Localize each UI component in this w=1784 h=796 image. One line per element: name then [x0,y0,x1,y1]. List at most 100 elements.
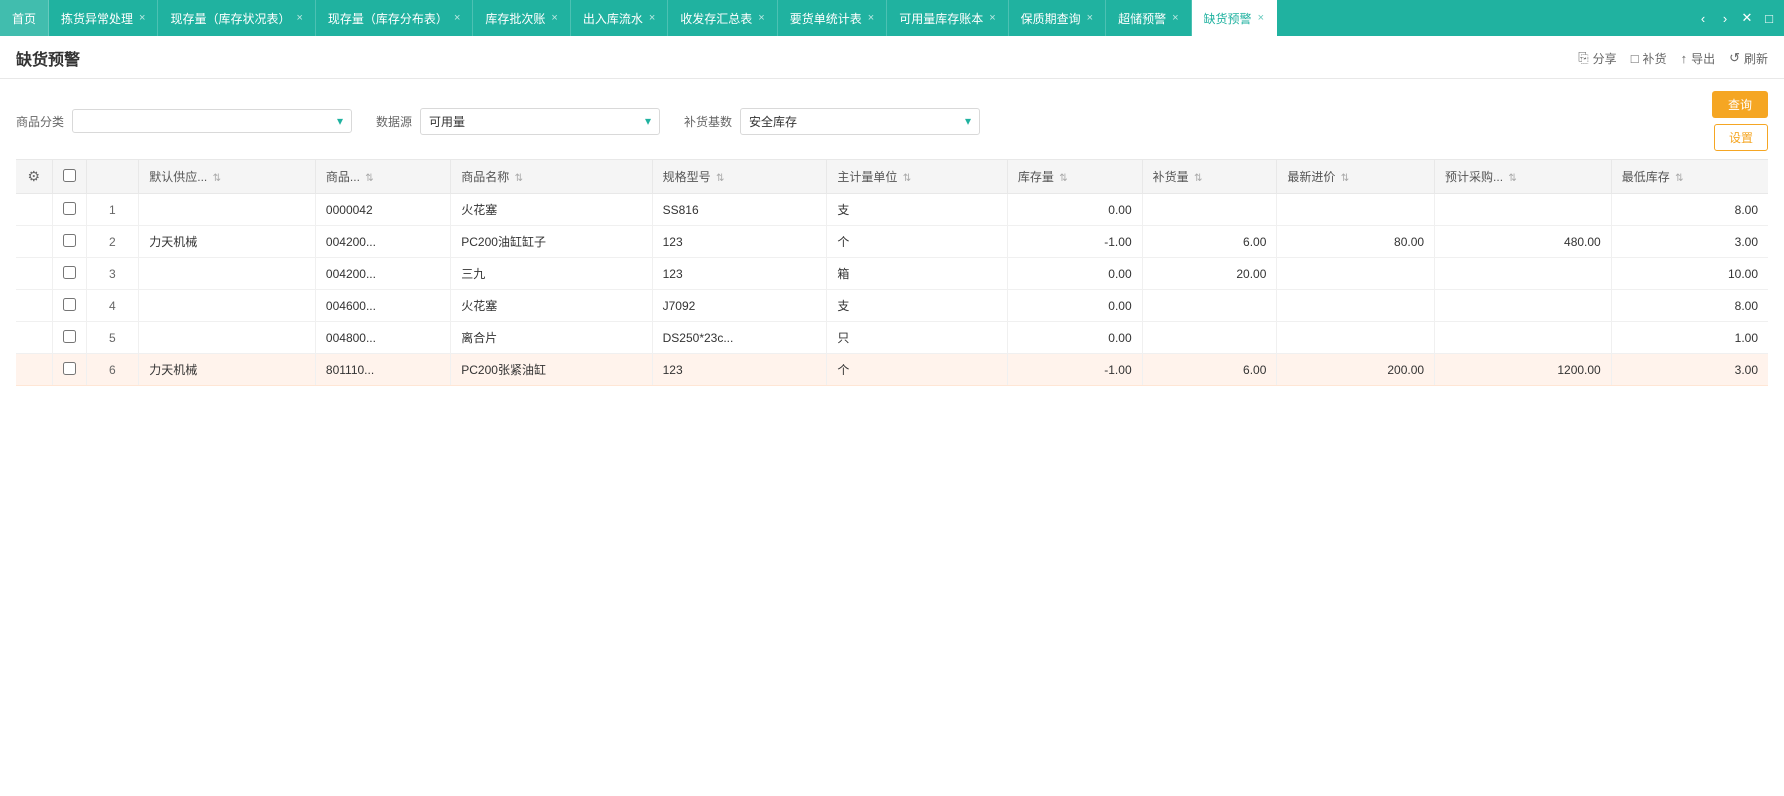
col-supplier-sort-icon[interactable]: ⇅ [213,173,221,184]
row-num-cell: 3 [86,258,139,290]
category-select[interactable]: ▾ [72,109,352,133]
tab-inventory-dist[interactable]: 现存量（库存分布表）× [316,0,473,36]
row-checkbox-cell[interactable] [52,322,86,354]
shortage-table: ⚙ 默认供应... ⇅ 商品... ⇅ 商品名称 [16,159,1768,386]
tab-close-expiry[interactable]: × [1087,12,1093,24]
tab-close-batch-account[interactable]: × [551,12,557,24]
row-latest-price-cell [1277,290,1435,322]
tab-avail-ledger[interactable]: 可用量库存账本× [887,0,1008,36]
tab-close-abnormal[interactable]: × [139,12,145,24]
export-button[interactable]: ↑ 导出 [1681,50,1716,67]
col-min-stock-sort-icon[interactable]: ⇅ [1675,173,1683,184]
tab-next-button[interactable]: › [1714,7,1736,29]
refresh-button[interactable]: ↺ 刷新 [1729,50,1768,67]
table-row[interactable]: 6力天机械801110...PC200张紧油缸123个-1.006.00200.… [16,354,1768,386]
col-spec-sort-icon[interactable]: ⇅ [716,173,724,184]
tab-home[interactable]: 首页 [0,0,49,36]
tab-close-shortage[interactable]: × [1258,12,1264,24]
export-icon: ↑ [1681,51,1688,66]
col-est-purchase-sort-icon[interactable]: ⇅ [1508,173,1516,184]
row-settings-cell [16,194,52,226]
col-latest-price-sort-icon[interactable]: ⇅ [1341,173,1349,184]
row-supplier-cell: 力天机械 [139,354,316,386]
settings-button[interactable]: 设置 [1714,124,1768,151]
row-est-purchase-cell: 1200.00 [1435,354,1612,386]
tab-label-shortage: 缺货预警 [1204,10,1252,27]
row-latest-price-cell [1277,194,1435,226]
col-replenish-qty-header: 补货量 ⇅ [1142,160,1277,194]
row-unit-cell: 支 [827,194,1008,226]
tab-inventory-status[interactable]: 现存量（库存状况表） × [158,0,315,36]
tab-batch-account[interactable]: 库存批次账 × [473,0,570,36]
row-checkbox-cell[interactable] [52,226,86,258]
row-checkbox-cell[interactable] [52,290,86,322]
row-est-purchase-cell [1435,322,1612,354]
tab-label-batch-account: 库存批次账 [485,10,545,27]
row-checkbox[interactable] [63,362,76,375]
row-min-stock-cell: 8.00 [1611,290,1768,322]
col-code-sort-icon[interactable]: ⇅ [365,173,373,184]
col-replenish-qty-sort-icon[interactable]: ⇅ [1194,173,1202,184]
row-checkbox[interactable] [63,202,76,215]
share-button[interactable]: ⎘ 分享 [1578,50,1616,67]
tab-close-inventory-status[interactable]: × [296,12,302,24]
row-latest-price-cell: 200.00 [1277,354,1435,386]
table-row[interactable]: 5004800...离合片DS250*23c...只0.001.00 [16,322,1768,354]
row-checkbox-cell[interactable] [52,258,86,290]
col-unit-sort-icon[interactable]: ⇅ [903,173,911,184]
tab-expiry[interactable]: 保质期查询× [1009,0,1106,36]
replenish-button[interactable]: □ 补货 [1631,50,1667,67]
col-stock-label: 库存量 [1018,170,1054,184]
query-button[interactable]: 查询 [1712,91,1768,118]
row-min-stock-cell: 10.00 [1611,258,1768,290]
row-unit-cell: 个 [827,226,1008,258]
tab-nav-buttons: ‹ › ✕ □ [1692,7,1784,29]
tab-close-inventory-dist[interactable]: × [454,12,460,24]
tab-inout-flow[interactable]: 出入库流水× [571,0,668,36]
col-min-stock-label: 最低库存 [1622,170,1670,184]
table-row[interactable]: 4004600...火花塞J7092支0.008.00 [16,290,1768,322]
tab-label-inventory-status: 现存量（库存状况表） [170,10,290,27]
row-checkbox[interactable] [63,234,76,247]
tab-abnormal[interactable]: 拣货异常处理× [49,0,158,36]
tab-overstock[interactable]: 超储预警× [1106,0,1191,36]
select-all-checkbox[interactable] [63,169,76,182]
row-checkbox[interactable] [63,330,76,343]
datasource-select[interactable]: 可用量 ▾ [420,108,660,135]
row-est-purchase-cell: 480.00 [1435,226,1612,258]
row-checkbox-cell[interactable] [52,194,86,226]
tab-label-order-stat: 要货单统计表 [790,10,862,27]
col-stock-sort-icon[interactable]: ⇅ [1059,173,1067,184]
tab-shortage[interactable]: 缺货预警 × [1192,0,1277,36]
replenish-base-select[interactable]: 安全库存 ▾ [740,108,980,135]
tab-order-stat[interactable]: 要货单统计表 × [778,0,887,36]
row-checkbox[interactable] [63,298,76,311]
tab-close-collect-summary[interactable]: × [758,12,764,24]
tab-close-avail-ledger[interactable]: × [989,12,995,24]
row-num-cell: 5 [86,322,139,354]
row-latest-price-cell [1277,322,1435,354]
tab-close-all-button[interactable]: ✕ [1736,7,1758,29]
row-unit-cell: 个 [827,354,1008,386]
table-row[interactable]: 10000042火花塞SS816支0.008.00 [16,194,1768,226]
row-code-cell: 0000042 [315,194,450,226]
tab-close-inout-flow[interactable]: × [649,12,655,24]
row-name-cell: PC200张紧油缸 [451,354,652,386]
col-supplier-header: 默认供应... ⇅ [139,160,316,194]
tab-prev-button[interactable]: ‹ [1692,7,1714,29]
table-row[interactable]: 2力天机械004200...PC200油缸缸子123个-1.006.0080.0… [16,226,1768,258]
tab-close-order-stat[interactable]: × [868,12,874,24]
col-checkbox-header[interactable] [52,160,86,194]
tab-collect-summary[interactable]: 收发存汇总表× [668,0,777,36]
col-settings[interactable]: ⚙ [16,160,52,194]
row-checkbox-cell[interactable] [52,354,86,386]
category-label: 商品分类 [16,113,64,130]
header-actions: ⎘ 分享 □ 补货 ↑ 导出 ↺ 刷新 [1578,50,1768,67]
col-name-sort-icon[interactable]: ⇅ [515,173,523,184]
tab-close-overstock[interactable]: × [1172,12,1178,24]
tab-maximize-button[interactable]: □ [1758,7,1780,29]
gear-icon[interactable]: ⚙ [27,168,40,185]
table-row[interactable]: 3004200...三九123箱0.0020.0010.00 [16,258,1768,290]
row-checkbox[interactable] [63,266,76,279]
share-icon: ⎘ [1578,50,1588,66]
